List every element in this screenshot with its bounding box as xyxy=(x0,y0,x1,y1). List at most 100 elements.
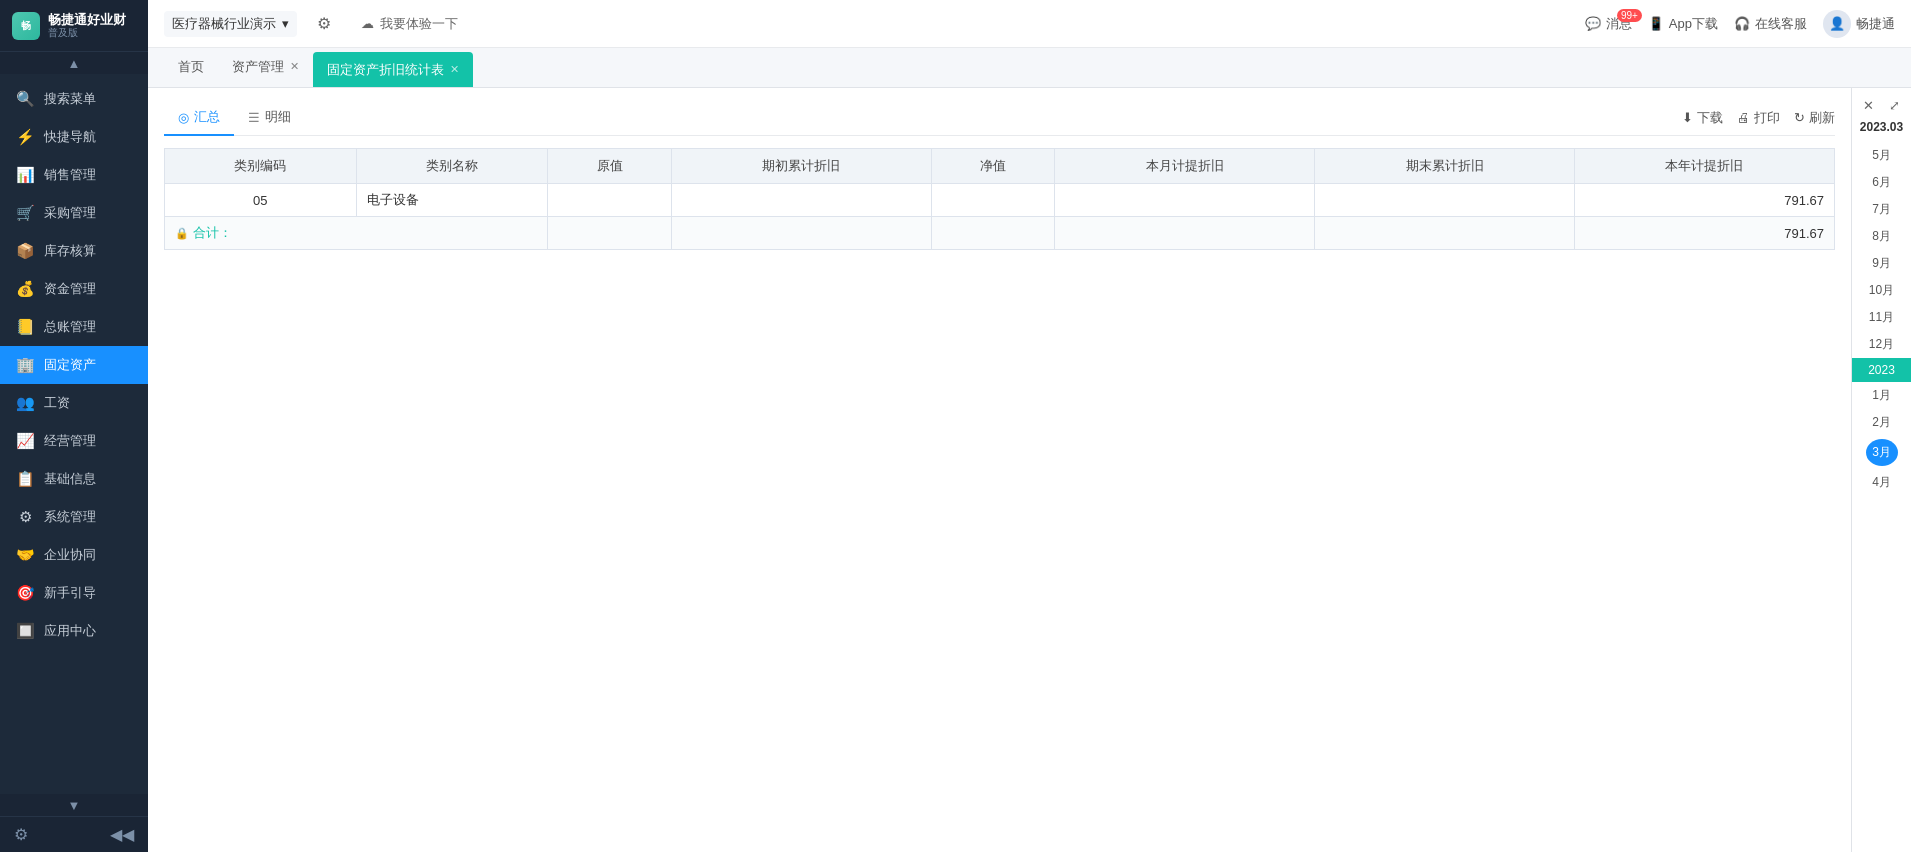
date-year-label[interactable]: 2023 xyxy=(1852,358,1911,382)
sidebar-scroll-down[interactable]: ▼ xyxy=(0,794,148,816)
user-name: 畅捷通 xyxy=(1856,15,1895,33)
content-area: ◎ 汇总 ☰ 明细 ⬇ 下载 🖨 打印 xyxy=(148,88,1851,852)
nav-label-basic-info: 基础信息 xyxy=(44,470,96,488)
download-icon: ⬇ xyxy=(1682,110,1693,125)
print-button[interactable]: 🖨 打印 xyxy=(1737,109,1780,127)
table-total-row: 🔒合计： 791.67 xyxy=(165,217,1835,250)
sidebar-item-sales[interactable]: 📊销售管理 xyxy=(0,156,148,194)
nav-icon-system: ⚙ xyxy=(16,508,34,526)
download-button[interactable]: ⬇ 下载 xyxy=(1682,109,1723,127)
date-panel-current: 2023.03 xyxy=(1852,116,1911,142)
cell-initial-accum xyxy=(671,184,931,217)
date-month-item[interactable]: 10月 xyxy=(1852,277,1911,304)
summary-label: 汇总 xyxy=(194,108,220,126)
main-area: 医疗器械行业演示 ▾ ⚙ ☁ 我要体验一下 💬 消息 99+ 📱 App下载 🎧… xyxy=(148,0,1911,852)
nav-label-finance: 资金管理 xyxy=(44,280,96,298)
col-header-original: 原值 xyxy=(548,149,671,184)
sidebar-item-system[interactable]: ⚙系统管理 xyxy=(0,498,148,536)
sidebar-item-operations[interactable]: 📈经营管理 xyxy=(0,422,148,460)
col-header-code: 类别编码 xyxy=(165,149,357,184)
tab-home-label: 首页 xyxy=(178,58,204,76)
total-original xyxy=(548,217,671,250)
detail-label: 明细 xyxy=(265,108,291,126)
sidebar-item-fixed-assets[interactable]: 🏢固定资产 xyxy=(0,346,148,384)
date-month-item[interactable]: 11月 xyxy=(1852,304,1911,331)
customer-service-label: 在线客服 xyxy=(1755,15,1807,33)
tab-asset-mgmt-close[interactable]: ✕ xyxy=(290,60,299,73)
sidebar-item-quick-nav[interactable]: ⚡快捷导航 xyxy=(0,118,148,156)
company-selector[interactable]: 医疗器械行业演示 ▾ xyxy=(164,11,297,37)
sidebar-item-purchase[interactable]: 🛒采购管理 xyxy=(0,194,148,232)
total-label: 🔒合计： xyxy=(165,217,548,250)
app-title: 畅捷通好业财 xyxy=(48,12,126,28)
tab-depreciation-report[interactable]: 固定资产折旧统计表 ✕ xyxy=(313,52,473,87)
sidebar-item-ledger[interactable]: 📒 总账管理 xyxy=(0,308,148,346)
nav-label-app-center: 应用中心 xyxy=(44,622,96,640)
sidebar-item-basic-info[interactable]: 📋基础信息 xyxy=(0,460,148,498)
settings-icon[interactable]: ⚙ xyxy=(14,825,28,844)
date-month-item[interactable]: 4月 xyxy=(1852,469,1911,496)
nav-label-quick-nav: 快捷导航 xyxy=(44,128,96,146)
date-panel: ✕ ⤢ 2023.03 5月6月7月8月9月10月11月12月20231月2月 3… xyxy=(1851,88,1911,852)
tab-home[interactable]: 首页 xyxy=(164,48,218,87)
nav-icon-ledger: 📒 xyxy=(16,318,34,336)
nav-icon-cooperation: 🤝 xyxy=(16,546,34,564)
collapse-sidebar-icon[interactable]: ◀◀ xyxy=(110,825,134,844)
user-profile[interactable]: 👤 畅捷通 xyxy=(1823,10,1895,38)
nav-label-cooperation: 企业协同 xyxy=(44,546,96,564)
tab-depreciation-label: 固定资产折旧统计表 xyxy=(327,61,444,79)
logo-icon: 畅 xyxy=(12,12,40,40)
date-month-item[interactable]: 8月 xyxy=(1852,223,1911,250)
tab-depreciation-close[interactable]: ✕ xyxy=(450,63,459,76)
close-date-panel-button[interactable]: ✕ xyxy=(1858,94,1880,116)
tab-summary[interactable]: ◎ 汇总 xyxy=(164,100,234,136)
date-month-item[interactable]: 2月 xyxy=(1852,409,1911,436)
customer-service-button[interactable]: 🎧 在线客服 xyxy=(1734,15,1807,33)
sidebar-scroll-up[interactable]: ▲ xyxy=(0,52,148,74)
depreciation-table: 类别编码 类别名称 原值 期初累计折旧 净值 本月计提折旧 期末累计折旧 本年计… xyxy=(164,148,1835,250)
sidebar-item-finance[interactable]: 💰资金管理 xyxy=(0,270,148,308)
col-header-initial-accum: 期初累计折旧 xyxy=(671,149,931,184)
app-download-button[interactable]: 📱 App下载 xyxy=(1648,15,1718,33)
sidebar-item-inventory[interactable]: 📦库存核算 xyxy=(0,232,148,270)
date-month-item[interactable]: 6月 xyxy=(1852,169,1911,196)
nav-label-ledger: 总账管理 xyxy=(44,318,96,336)
cell-net xyxy=(931,184,1054,217)
sidebar-item-search[interactable]: 🔍搜索菜单 xyxy=(0,80,148,118)
expand-date-panel-button[interactable]: ⤢ xyxy=(1884,94,1906,116)
avatar: 👤 xyxy=(1823,10,1851,38)
header-settings-button[interactable]: ⚙ xyxy=(309,9,339,39)
col-header-period-accum: 期末累计折旧 xyxy=(1315,149,1575,184)
nav-label-payroll: 工资 xyxy=(44,394,70,412)
sidebar-item-guide[interactable]: 🎯新手引导 xyxy=(0,574,148,612)
sidebar-item-cooperation[interactable]: 🤝 企业协同 xyxy=(0,536,148,574)
date-month-item[interactable]: 7月 xyxy=(1852,196,1911,223)
date-month-item[interactable]: 5月 xyxy=(1852,142,1911,169)
tab-asset-mgmt[interactable]: 资产管理 ✕ xyxy=(218,48,313,87)
nav-icon-search: 🔍 xyxy=(16,90,34,108)
date-month-item[interactable]: 12月 xyxy=(1852,331,1911,358)
tab-detail[interactable]: ☰ 明细 xyxy=(234,100,305,136)
nav-label-guide: 新手引导 xyxy=(44,584,96,602)
experience-label: 我要体验一下 xyxy=(380,15,458,33)
message-icon: 💬 xyxy=(1585,16,1601,31)
tab-asset-mgmt-label: 资产管理 xyxy=(232,58,284,76)
print-label: 打印 xyxy=(1754,109,1780,127)
total-net xyxy=(931,217,1054,250)
sidebar-item-app-center[interactable]: 🔲应用中心 xyxy=(0,612,148,650)
col-header-name: 类别名称 xyxy=(356,149,548,184)
date-month-item[interactable]: 9月 xyxy=(1852,250,1911,277)
app-subtitle: 普及版 xyxy=(48,27,126,39)
nav-label-fixed-assets: 固定资产 xyxy=(44,356,96,374)
date-month-item[interactable]: 3月 xyxy=(1866,439,1898,466)
nav-label-purchase: 采购管理 xyxy=(44,204,96,222)
date-month-item[interactable]: 1月 xyxy=(1852,382,1911,409)
table-container: 类别编码 类别名称 原值 期初累计折旧 净值 本月计提折旧 期末累计折旧 本年计… xyxy=(164,148,1835,250)
total-period-accum xyxy=(1315,217,1575,250)
refresh-button[interactable]: ↻ 刷新 xyxy=(1794,109,1835,127)
experience-button[interactable]: ☁ 我要体验一下 xyxy=(351,11,468,37)
total-initial-accum xyxy=(671,217,931,250)
sidebar-item-payroll[interactable]: 👥工资 xyxy=(0,384,148,422)
message-button[interactable]: 💬 消息 99+ xyxy=(1585,15,1632,33)
total-monthly-dep xyxy=(1055,217,1315,250)
